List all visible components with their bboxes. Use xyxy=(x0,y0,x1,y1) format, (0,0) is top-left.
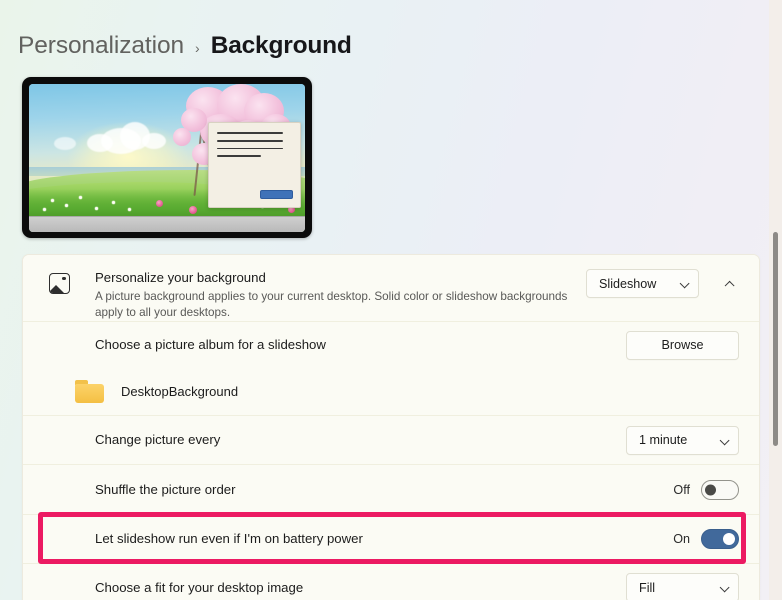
row-icon-slot xyxy=(49,269,95,294)
row-control-slot: On xyxy=(673,529,739,549)
folder-icon-body xyxy=(75,384,104,403)
setting-row-battery-power: Let slideshow run even if I'm on battery… xyxy=(23,514,759,563)
background-type-value: Slideshow xyxy=(599,277,656,291)
shuffle-toggle-group: Off xyxy=(673,480,739,500)
browse-button[interactable]: Browse xyxy=(626,331,739,360)
monitor-frame xyxy=(22,77,312,238)
background-preview xyxy=(22,77,312,238)
toggle-knob xyxy=(705,484,716,495)
monitor-screen xyxy=(29,84,305,232)
setting-row-shuffle-order: Shuffle the picture order Off xyxy=(23,464,759,514)
setting-title: Let slideshow run even if I'm on battery… xyxy=(95,530,659,548)
breadcrumb: Personalization › Background xyxy=(18,28,352,64)
breadcrumb-parent-link[interactable]: Personalization xyxy=(18,32,184,60)
row-text-block: Choose a fit for your desktop image xyxy=(95,579,626,597)
wallpaper-cloud xyxy=(142,133,166,149)
chevron-right-icon: › xyxy=(195,38,200,55)
page-title: Background xyxy=(211,32,352,60)
row-control-slot: Fill xyxy=(626,573,739,600)
sample-dialog-line xyxy=(217,155,261,157)
row-text-block: Let slideshow run even if I'm on battery… xyxy=(95,530,673,548)
setting-title: Personalize your background xyxy=(95,269,572,287)
expand-collapse-button[interactable] xyxy=(711,270,739,298)
shuffle-state-label: Off xyxy=(673,483,690,497)
setting-row-change-interval: Change picture every 1 minute xyxy=(23,415,759,464)
sample-dialog-line xyxy=(217,140,283,142)
image-fit-value: Fill xyxy=(639,581,655,595)
row-text-block: Choose a picture album for a slideshow xyxy=(95,336,626,354)
setting-description: A picture background applies to your cur… xyxy=(95,289,572,322)
setting-title: Shuffle the picture order xyxy=(95,481,659,499)
chevron-down-icon xyxy=(680,279,689,288)
sample-dialog-button xyxy=(260,190,293,199)
row-control-slot: Slideshow xyxy=(586,269,739,298)
row-control-slot: 1 minute xyxy=(626,426,739,455)
chevron-up-icon xyxy=(726,279,735,288)
setting-row-image-fit: Choose a fit for your desktop image Fill xyxy=(23,563,759,600)
background-settings-card: Personalize your background A picture ba… xyxy=(22,254,760,600)
setting-title: Change picture every xyxy=(95,431,612,449)
chevron-down-icon xyxy=(720,583,729,592)
setting-title: Choose a fit for your desktop image xyxy=(95,579,612,597)
toggle-knob xyxy=(723,533,735,545)
row-control-slot: Off xyxy=(673,480,739,500)
folder-icon xyxy=(75,380,104,403)
battery-toggle-group: On xyxy=(673,529,739,549)
row-text-block: Change picture every xyxy=(95,431,626,449)
picture-icon-sun xyxy=(62,277,65,280)
folder-list-item[interactable]: DesktopBackground xyxy=(49,380,238,403)
row-text-block: Shuffle the picture order xyxy=(95,481,673,499)
folder-name-label: DesktopBackground xyxy=(121,384,238,399)
row-text-block: Personalize your background A picture ba… xyxy=(95,269,586,322)
wallpaper-blossom xyxy=(173,128,191,146)
background-type-dropdown[interactable]: Slideshow xyxy=(586,269,699,298)
wallpaper-flower xyxy=(112,201,115,204)
sample-dialog-line xyxy=(217,148,283,150)
row-control-slot: Browse xyxy=(626,331,739,360)
picture-icon xyxy=(49,273,70,294)
image-fit-dropdown[interactable]: Fill xyxy=(626,573,739,600)
battery-power-toggle-switch[interactable] xyxy=(701,529,739,549)
sample-dialog-line xyxy=(217,132,283,134)
change-interval-dropdown[interactable]: 1 minute xyxy=(626,426,739,455)
wallpaper-pink-flower xyxy=(156,200,163,207)
shuffle-toggle-switch[interactable] xyxy=(701,480,739,500)
battery-state-label: On xyxy=(673,532,690,546)
preview-taskbar xyxy=(29,216,305,232)
chevron-down-icon xyxy=(720,436,729,445)
setting-title: Choose a picture album for a slideshow xyxy=(95,336,612,354)
selected-album-row: DesktopBackground xyxy=(23,368,759,415)
change-interval-value: 1 minute xyxy=(639,433,687,447)
setting-row-personalize-background: Personalize your background A picture ba… xyxy=(23,255,759,321)
vertical-scrollbar-thumb[interactable] xyxy=(773,232,778,446)
wallpaper-flower xyxy=(65,204,68,207)
setting-row-picture-album: Choose a picture album for a slideshow B… xyxy=(23,321,759,368)
sample-dialog-window xyxy=(208,122,301,208)
